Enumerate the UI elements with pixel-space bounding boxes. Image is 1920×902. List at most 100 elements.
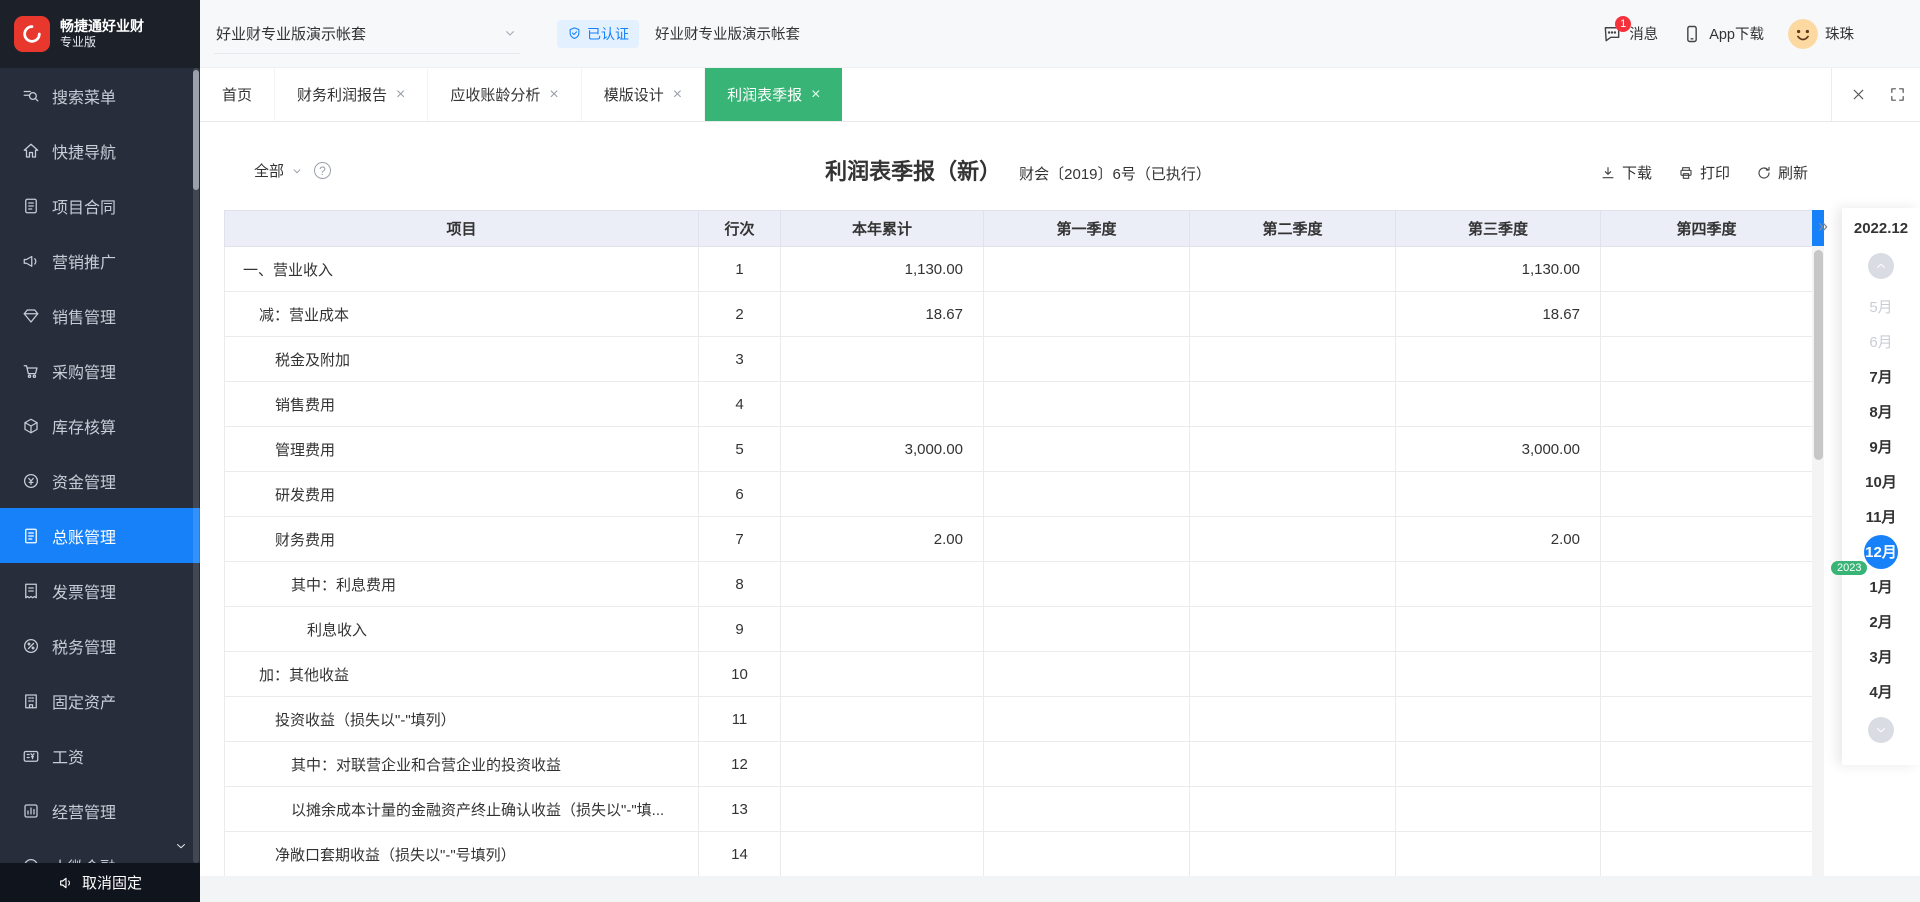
cell-value bbox=[1600, 291, 1813, 337]
sidebar-item-contract[interactable]: 项目合同 bbox=[0, 178, 200, 233]
sidebar-item-payroll[interactable]: 工资 bbox=[0, 728, 200, 783]
fullscreen-icon[interactable] bbox=[1889, 86, 1906, 103]
sidebar-item-nav[interactable]: 快捷导航 bbox=[0, 123, 200, 178]
month-list: 5月 6月 7月 8月 9月 10月 11月 12月 2023 1月 2月 3月 4月 bbox=[1831, 289, 1920, 709]
cell-value bbox=[983, 786, 1190, 832]
messages-button[interactable]: 1 消息 bbox=[1602, 15, 1658, 44]
cell-value bbox=[780, 741, 984, 787]
month-item-9[interactable]: 2023 1月 bbox=[1831, 561, 1920, 604]
sidebar-item-purchase[interactable]: 采购管理 bbox=[0, 343, 200, 398]
cell-value bbox=[1189, 336, 1396, 382]
cell-value bbox=[1600, 426, 1813, 472]
tab-1[interactable]: 财务利润报告 × bbox=[275, 68, 429, 121]
account-book-select[interactable]: 好业财专业版演示帐套 bbox=[214, 14, 520, 54]
table-row[interactable]: 以摊余成本计量的金融资产终止确认收益（损失以"-"填... 13 bbox=[224, 786, 1813, 832]
month-item-3[interactable]: 7月 bbox=[1842, 359, 1920, 394]
sidebar-item-label: 发票管理 bbox=[52, 584, 117, 602]
cell-value bbox=[1395, 606, 1601, 652]
table-row[interactable]: 投资收益（损失以"-"填列） 11 bbox=[224, 696, 1813, 742]
business-icon bbox=[22, 802, 40, 820]
sidebar-item-label: 资金管理 bbox=[52, 474, 117, 492]
period-panel-collapse-icon[interactable]: » bbox=[1818, 216, 1828, 237]
sidebar-item-funds[interactable]: 资金管理 bbox=[0, 453, 200, 508]
tab-close-icon[interactable]: × bbox=[549, 86, 558, 103]
cell-item: 投资收益（损失以"-"填列） bbox=[224, 696, 699, 742]
cell-value bbox=[780, 606, 984, 652]
unpin-button[interactable]: 取消固定 bbox=[0, 863, 200, 902]
table-row[interactable]: 税金及附加 3 bbox=[224, 336, 1813, 382]
tab-3[interactable]: 模版设计 × bbox=[582, 68, 706, 121]
download-icon bbox=[1600, 165, 1616, 181]
user-menu[interactable]: 珠珠 bbox=[1788, 18, 1854, 49]
table-scrollbar-thumb[interactable] bbox=[1813, 250, 1823, 460]
tab-close-icon[interactable]: × bbox=[811, 86, 820, 103]
table-row[interactable]: 净敞口套期收益（损失以"-"号填列） 14 bbox=[224, 831, 1813, 877]
avatar bbox=[1788, 18, 1818, 49]
month-item-1[interactable]: 5月 bbox=[1842, 289, 1920, 324]
month-item-7[interactable]: 11月 bbox=[1842, 499, 1920, 534]
sidebar-item-assets[interactable]: 固定资产 bbox=[0, 673, 200, 728]
tab-label: 模版设计 bbox=[603, 87, 664, 104]
period-scroll-up-icon[interactable] bbox=[1868, 253, 1894, 279]
sidebar-menu: 搜索菜单 快捷导航 项目合同 营销推广 销售管理 采购管理 库存核算资金管理总账管理发票管理… bbox=[0, 68, 200, 863]
download-button[interactable]: 下载 bbox=[1600, 162, 1652, 183]
sidebar-item-invoice[interactable]: 发票管理 bbox=[0, 563, 200, 618]
cell-item: 财务费用 bbox=[224, 516, 699, 562]
chevron-down-icon bbox=[502, 25, 518, 41]
month-item-2[interactable]: 6月 bbox=[1842, 324, 1920, 359]
announce-icon bbox=[58, 875, 74, 891]
table-row[interactable]: 其中：对联营企业和合营企业的投资收益 12 bbox=[224, 741, 1813, 787]
sidebar-item-promo[interactable]: 营销推广 bbox=[0, 233, 200, 288]
refresh-button[interactable]: 刷新 bbox=[1756, 162, 1808, 183]
table-row[interactable]: 管理费用 5 3,000.00 3,000.00 bbox=[224, 426, 1813, 472]
month-item-4[interactable]: 8月 bbox=[1842, 394, 1920, 429]
month-item-5[interactable]: 9月 bbox=[1842, 429, 1920, 464]
app-download-button[interactable]: App下载 bbox=[1682, 23, 1764, 44]
cell-line: 11 bbox=[698, 696, 781, 742]
month-item-6[interactable]: 10月 bbox=[1842, 464, 1920, 499]
cell-item: 管理费用 bbox=[224, 426, 699, 472]
sidebar-item-micro[interactable]: 小微金融 bbox=[0, 838, 200, 863]
table-row[interactable]: 加：其他收益 10 bbox=[224, 651, 1813, 697]
sidebar-item-business[interactable]: 经营管理 bbox=[0, 783, 200, 838]
tab-2[interactable]: 应收账龄分析 × bbox=[428, 68, 582, 121]
close-all-icon[interactable] bbox=[1850, 86, 1867, 103]
table-row[interactable]: 减：营业成本 2 18.67 18.67 bbox=[224, 291, 1813, 337]
table-row[interactable]: 财务费用 7 2.00 2.00 bbox=[224, 516, 1813, 562]
table-row[interactable]: 其中：利息费用 8 bbox=[224, 561, 1813, 607]
tab-close-icon[interactable]: × bbox=[673, 86, 682, 103]
sidebar-scroll-down-icon[interactable] bbox=[174, 839, 188, 858]
table-row[interactable]: 一、营业收入 1 1,130.00 1,130.00 bbox=[224, 246, 1813, 292]
table-row[interactable]: 研发费用 6 bbox=[224, 471, 1813, 517]
sidebar-item-ledger[interactable]: 总账管理 bbox=[0, 508, 200, 563]
table-row[interactable]: 利息收入 9 bbox=[224, 606, 1813, 652]
month-item-12[interactable]: 4月 bbox=[1842, 674, 1920, 709]
print-button[interactable]: 打印 bbox=[1678, 162, 1730, 183]
cell-item: 一、营业收入 bbox=[224, 246, 699, 292]
tab-0[interactable]: 首页 bbox=[200, 68, 276, 121]
cell-line: 10 bbox=[698, 651, 781, 697]
month-item-10[interactable]: 2月 bbox=[1842, 604, 1920, 639]
cell-value bbox=[1600, 831, 1813, 877]
sidebar-item-sales[interactable]: 销售管理 bbox=[0, 288, 200, 343]
sidebar-item-inventory[interactable]: 库存核算 bbox=[0, 398, 200, 453]
cell-line: 6 bbox=[698, 471, 781, 517]
sidebar-item-tax[interactable]: 税务管理 bbox=[0, 618, 200, 673]
sidebar-scrollbar-thumb[interactable] bbox=[193, 70, 199, 190]
app-window: 畅捷通好业财 专业版 搜索菜单 快捷导航 项目合同 营销推广 销售管理 采购管理 库存核算资… bbox=[0, 0, 1920, 902]
period-scroll-down-icon[interactable] bbox=[1868, 717, 1894, 743]
sidebar-item-search[interactable]: 搜索菜单 bbox=[0, 68, 200, 123]
sidebar-scrollbar[interactable] bbox=[193, 68, 199, 863]
cell-item: 其中：利息费用 bbox=[224, 561, 699, 607]
tab-4[interactable]: 利润表季报 × bbox=[705, 68, 843, 121]
topbar-right: 1 消息 App下载 珠珠 bbox=[1602, 15, 1920, 49]
tab-close-icon[interactable]: × bbox=[396, 86, 405, 103]
cell-value bbox=[1395, 696, 1601, 742]
table-scrollbar[interactable] bbox=[1812, 210, 1824, 876]
table-row[interactable]: 销售费用 4 bbox=[224, 381, 1813, 427]
cell-value bbox=[1189, 471, 1396, 517]
month-item-11[interactable]: 3月 bbox=[1842, 639, 1920, 674]
tab-bar: 首页 财务利润报告 × 应收账龄分析 × 模版设计 × 利润表季报 × bbox=[200, 68, 1920, 122]
brand-icon bbox=[14, 16, 50, 52]
cell-value bbox=[1189, 786, 1396, 832]
